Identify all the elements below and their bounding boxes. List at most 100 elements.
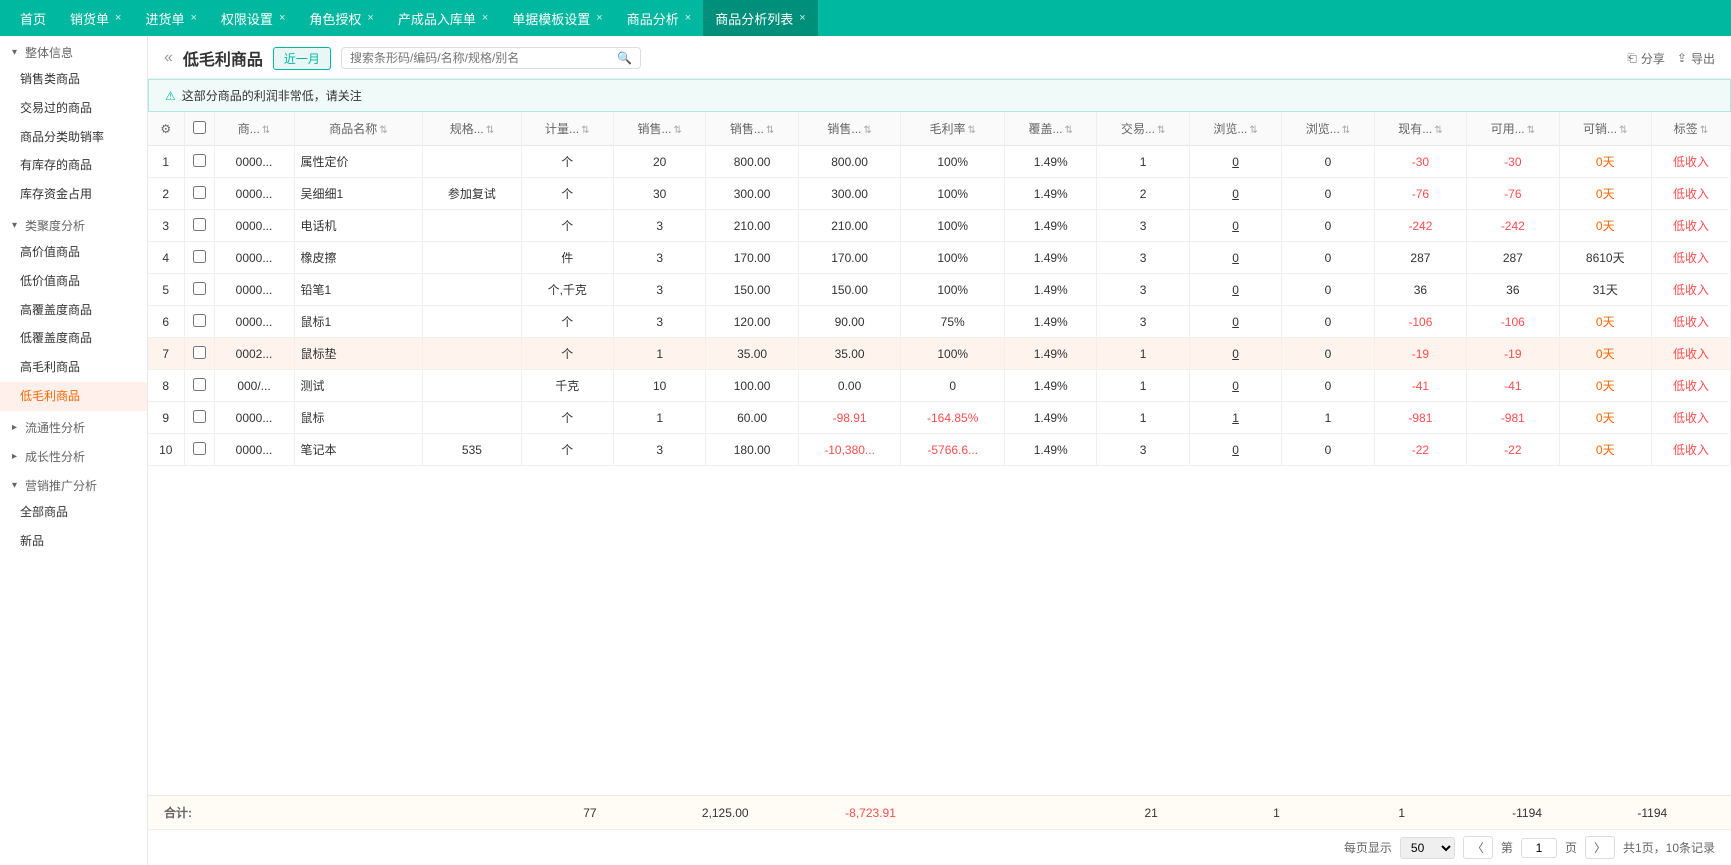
page-suffix: 页 [1565,839,1577,856]
cell-checkbox[interactable] [184,274,214,306]
row-checkbox[interactable] [193,218,206,231]
row-checkbox[interactable] [193,442,206,455]
col-sales-qty[interactable]: 销售...⇅ [613,112,705,146]
sidebar-section-marketing[interactable]: ▾ 营销推广分析 [0,469,147,498]
search-input[interactable] [350,51,617,65]
nav-permission[interactable]: 权限设置 × [209,0,297,36]
sidebar-item-traded-goods[interactable]: 交易过的商品 [0,94,147,123]
row-checkbox[interactable] [193,282,206,295]
nav-product-analysis-list[interactable]: 商品分析列表 × [703,0,817,36]
col-settings[interactable]: ⚙ [148,112,184,146]
cell-checkbox[interactable] [184,242,214,274]
col-sales-price[interactable]: 销售...⇅ [706,112,798,146]
sidebar-section-overall[interactable]: ▾ 整体信息 [0,36,147,65]
cell-browse1[interactable]: 0 [1189,434,1281,466]
sidebar-item-new-goods[interactable]: 新品 [0,527,147,556]
nav-product-analysis[interactable]: 商品分析 × [615,0,703,36]
col-coverage[interactable]: 覆盖...⇅ [1005,112,1097,146]
sidebar-section-growth[interactable]: ▸ 成长性分析 [0,440,147,469]
col-code[interactable]: 商...⇅ [214,112,294,146]
nav-template[interactable]: 单据模板设置 × [500,0,614,36]
col-browse1[interactable]: 浏览...⇅ [1189,112,1281,146]
next-page-button[interactable]: 〉 [1585,836,1615,859]
sidebar-collapse-btn[interactable]: « [164,49,173,67]
nav-purchase-close[interactable]: × [190,12,196,24]
row-checkbox[interactable] [193,410,206,423]
nav-sales[interactable]: 销货单 × [58,0,133,36]
col-browse2[interactable]: 浏览...⇅ [1282,112,1374,146]
row-checkbox[interactable] [193,154,206,167]
col-available[interactable]: 可用...⇅ [1467,112,1559,146]
cell-checkbox[interactable] [184,434,214,466]
sidebar-item-category-rate[interactable]: 商品分类助销率 [0,123,147,152]
cell-browse1[interactable]: 0 [1189,274,1281,306]
nav-product-analysis-close[interactable]: × [685,12,691,24]
col-unit[interactable]: 计量...⇅ [521,112,613,146]
nav-sales-close[interactable]: × [115,12,121,24]
col-sellable[interactable]: 可销...⇅ [1559,112,1651,146]
cell-sellable: 0天 [1559,178,1651,210]
sidebar-item-high-coverage[interactable]: 高覆盖度商品 [0,296,147,325]
sidebar-item-low-value[interactable]: 低价值商品 [0,267,147,296]
col-tag[interactable]: 标签⇅ [1651,112,1730,146]
select-all-checkbox[interactable] [193,121,206,134]
sidebar-section-flow[interactable]: ▸ 流通性分析 [0,411,147,440]
cell-browse1[interactable]: 0 [1189,306,1281,338]
sidebar-item-low-margin[interactable]: 低毛利商品 [0,382,147,411]
cell-checkbox[interactable] [184,402,214,434]
nav-permission-close[interactable]: × [279,12,285,24]
sidebar-item-stock-capital[interactable]: 库存资金占用 [0,180,147,209]
cell-browse1[interactable]: 0 [1189,242,1281,274]
cell-browse1[interactable]: 0 [1189,178,1281,210]
sidebar-item-high-value[interactable]: 高价值商品 [0,238,147,267]
cell-checkbox[interactable] [184,178,214,210]
cell-browse2: 0 [1282,146,1374,178]
nav-role[interactable]: 角色授权 × [297,0,385,36]
row-checkbox[interactable] [193,250,206,263]
sidebar-item-low-coverage[interactable]: 低覆盖度商品 [0,324,147,353]
sidebar-item-high-margin[interactable]: 高毛利商品 [0,353,147,382]
cell-browse1[interactable]: 0 [1189,146,1281,178]
page-size-select[interactable]: 50 100 [1400,837,1455,859]
sidebar-item-in-stock[interactable]: 有库存的商品 [0,151,147,180]
cell-browse1[interactable]: 0 [1189,370,1281,402]
sidebar-item-sales-goods[interactable]: 销售类商品 [0,65,147,94]
cell-checkbox[interactable] [184,210,214,242]
col-gross-rate[interactable]: 毛利率⇅ [901,112,1005,146]
row-checkbox[interactable] [193,378,206,391]
table-wrapper[interactable]: ⚙ 商...⇅ 商品名称⇅ 规格...⇅ 计量...⇅ 销售...⇅ 销售...… [148,112,1731,795]
cell-current: -30 [1374,146,1466,178]
nav-purchase[interactable]: 进货单 × [133,0,208,36]
cell-browse1[interactable]: 0 [1189,338,1281,370]
col-name[interactable]: 商品名称⇅ [294,112,423,146]
nav-product-analysis-list-close[interactable]: × [799,12,805,24]
cell-checkbox[interactable] [184,306,214,338]
prev-page-button[interactable]: 〈 [1463,836,1493,859]
share-button[interactable]: ⎗ 分享 [1627,50,1665,67]
date-filter-button[interactable]: 近一月 [273,47,331,70]
cell-browse1[interactable]: 0 [1189,210,1281,242]
row-checkbox[interactable] [193,346,206,359]
cell-browse1[interactable]: 1 [1189,402,1281,434]
col-checkbox[interactable] [184,112,214,146]
col-current[interactable]: 现有...⇅ [1374,112,1466,146]
row-checkbox[interactable] [193,314,206,327]
sidebar-section-cluster[interactable]: ▾ 类聚度分析 [0,209,147,238]
col-spec[interactable]: 规格...⇅ [423,112,521,146]
col-trade[interactable]: 交易...⇅ [1097,112,1189,146]
cell-checkbox[interactable] [184,338,214,370]
export-button[interactable]: ⇪ 导出 [1677,50,1715,67]
cell-spec: 参加复试 [423,178,521,210]
page-number-input[interactable] [1521,838,1557,858]
nav-template-close[interactable]: × [596,12,602,24]
col-sales-amount[interactable]: 销售...⇅ [798,112,901,146]
cell-current: -41 [1374,370,1466,402]
cell-checkbox[interactable] [184,146,214,178]
nav-role-close[interactable]: × [367,12,373,24]
cell-checkbox[interactable] [184,370,214,402]
row-checkbox[interactable] [193,186,206,199]
nav-product-in-close[interactable]: × [482,12,488,24]
nav-home[interactable]: 首页 [8,0,58,36]
sidebar-item-all-goods[interactable]: 全部商品 [0,498,147,527]
nav-product-in[interactable]: 产成品入库单 × [386,0,500,36]
